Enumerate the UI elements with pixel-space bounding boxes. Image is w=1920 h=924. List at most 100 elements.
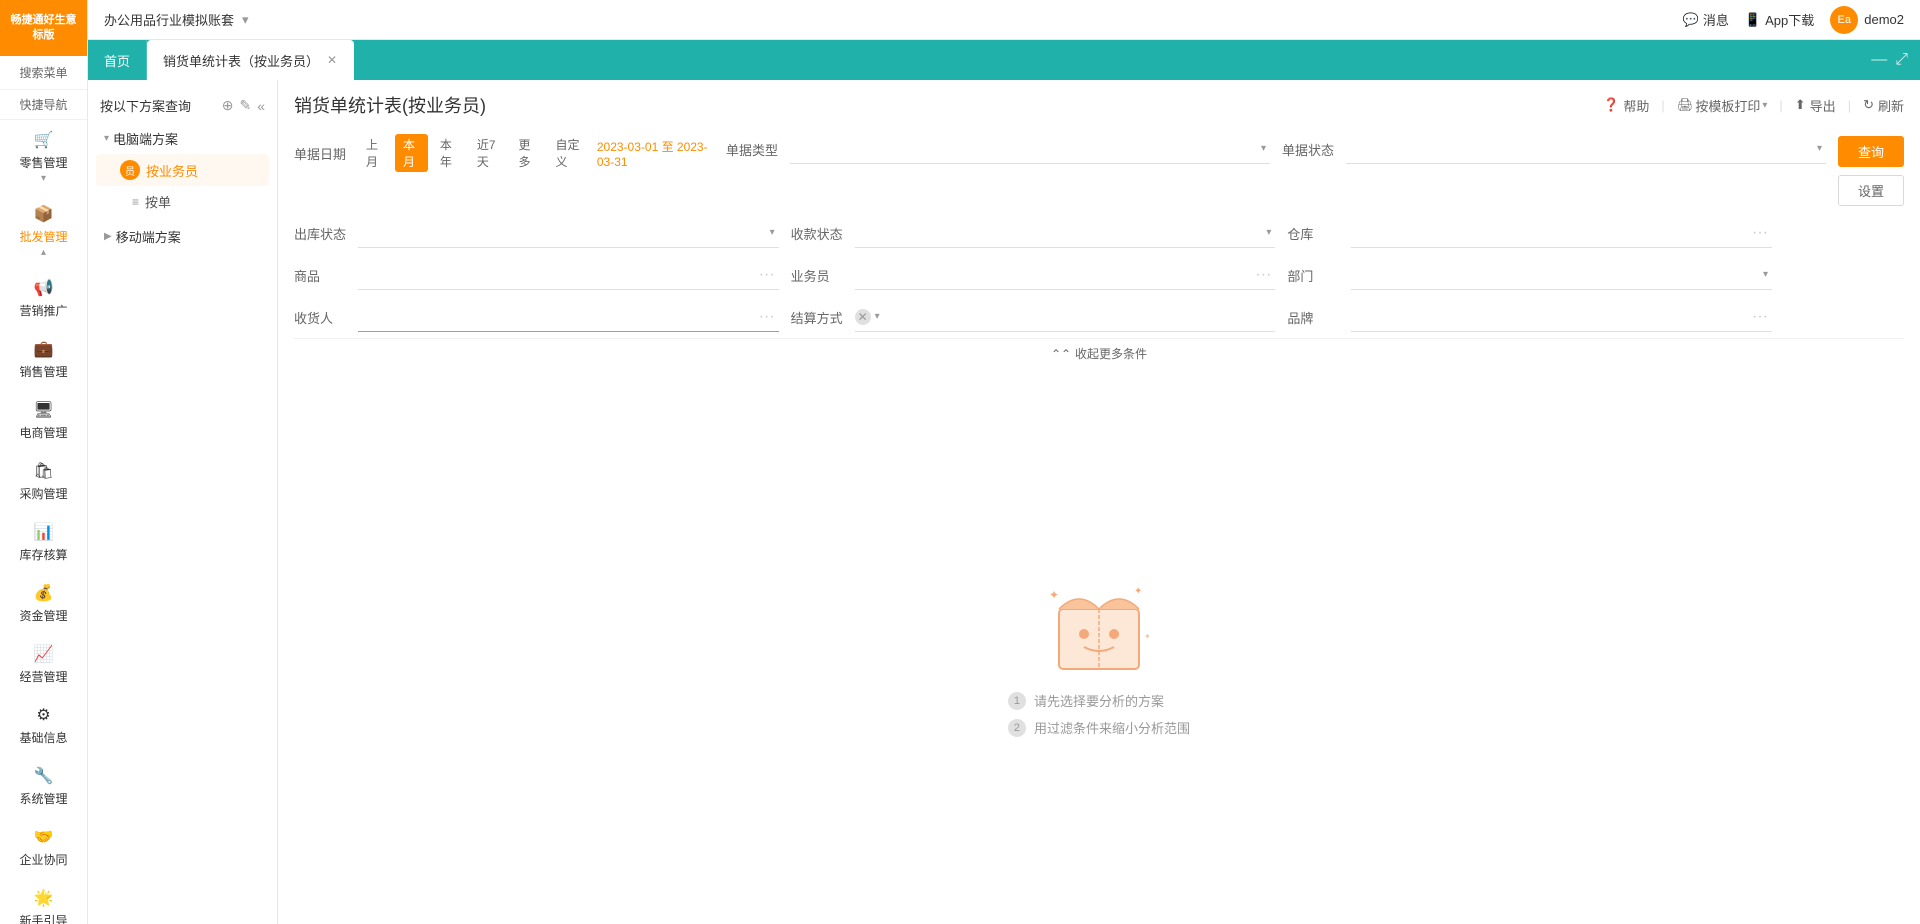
message-button[interactable]: 💬 消息	[1683, 10, 1729, 29]
top-header: 办公用品行业模拟账套 ▾ 💬 消息 📱 App下载 Ea demo2	[88, 0, 1920, 40]
sidebar-item-label: 基础信息	[19, 729, 67, 746]
sidebar-item-wholesale[interactable]: 📦 批发管理 ▴	[0, 194, 87, 268]
receipt-status-field[interactable]: ▾	[855, 218, 1276, 248]
sidebar-item-label: 销售管理	[19, 363, 67, 380]
inventory-icon: 📊	[34, 522, 54, 542]
salesperson-dots-icon[interactable]: ···	[1255, 266, 1271, 284]
sidebar-item-basic[interactable]: ⚙ 基础信息	[0, 695, 87, 756]
add-scheme-icon[interactable]: ⊕	[222, 97, 234, 114]
salesperson-label: 业务员	[791, 266, 847, 285]
sidebar-item-label: 零售管理	[19, 154, 67, 171]
sidebar-item-label: 新手引导	[19, 912, 67, 924]
date-tab-last-month[interactable]: 上月	[358, 134, 391, 172]
date-tab-7days[interactable]: 近7天	[469, 134, 507, 172]
tab-close-icon[interactable]: ✕	[327, 53, 337, 67]
date-filter: 上月 本月 本年 近7天 更多 自定义	[358, 134, 589, 172]
sidebar-item-marketing[interactable]: 📢 营销推广	[0, 268, 87, 329]
system-icon: 🔧	[34, 766, 54, 786]
payment-label: 结算方式	[791, 308, 847, 327]
salesperson-scheme-icon: 员	[120, 160, 140, 180]
tree-item-by-salesperson[interactable]: 员 按业务员	[96, 154, 269, 186]
minimize-icon[interactable]: —	[1871, 51, 1887, 69]
template-print-button[interactable]: 🖨 按模板打印 ▾	[1677, 96, 1768, 115]
desktop-group-label: 电脑端方案	[113, 129, 178, 148]
doc-type-label: 单据类型	[726, 140, 782, 159]
stock-status-label: 出库状态	[294, 224, 350, 243]
sidebar-item-operations[interactable]: 📈 经营管理	[0, 634, 87, 695]
tree-item-by-order[interactable]: ≡ 按单	[96, 186, 269, 217]
sidebar-item-label: 批发管理	[19, 228, 67, 245]
recipient-field[interactable]: ···	[358, 302, 779, 332]
sidebar-item-system[interactable]: 🔧 系统管理	[0, 756, 87, 817]
date-range-display: 2023-03-01 至 2023-03-31	[597, 138, 714, 169]
settings-button[interactable]: 设置	[1838, 175, 1904, 206]
tip-1-text: 请先选择要分析的方案	[1034, 691, 1164, 710]
payment-clear-icon[interactable]: ✕	[855, 309, 871, 325]
export-button[interactable]: ⬆ 导出	[1795, 96, 1836, 115]
finance-icon: 💰	[34, 583, 54, 603]
sidebar-quick-nav[interactable]: 快捷导航	[0, 90, 87, 120]
goods-field[interactable]: ···	[358, 260, 779, 290]
doc-type-field[interactable]: ▾	[790, 134, 1270, 164]
stock-status-field[interactable]: ▾	[358, 218, 779, 248]
stock-status-arrow-icon[interactable]: ▾	[770, 227, 775, 238]
salesperson-field[interactable]: ···	[855, 260, 1276, 290]
help-icon: ❓	[1603, 97, 1619, 113]
sidebar-item-inventory[interactable]: 📊 库存核算	[0, 512, 87, 573]
refresh-button[interactable]: ↻ 刷新	[1863, 96, 1904, 115]
sidebar-item-sales[interactable]: 💼 销售管理	[0, 329, 87, 390]
brand-field[interactable]: ···	[1351, 302, 1772, 332]
recipient-dots-icon[interactable]: ···	[759, 308, 775, 326]
chevron-up-icon: ▴	[41, 247, 46, 258]
sidebar-item-ecommerce[interactable]: 🖥 电商管理	[0, 390, 87, 451]
breadcrumb-dropdown-icon[interactable]: ▾	[242, 12, 249, 28]
sidebar-search-menu[interactable]: 搜索菜单	[0, 56, 87, 90]
desktop-group-title[interactable]: ▾ 电脑端方案	[96, 123, 269, 154]
page-actions: ❓ 帮助 | 🖨 按模板打印 ▾ | ⬆ 导出 |	[1603, 96, 1904, 115]
warehouse-field[interactable]: ···	[1351, 218, 1772, 248]
sidebar-item-finance[interactable]: 💰 资金管理	[0, 573, 87, 634]
template-print-label: 按模板打印	[1695, 96, 1760, 115]
sidebar-item-purchase[interactable]: 🛍 采购管理	[0, 451, 87, 512]
payment-arrow-icon[interactable]: ▾	[875, 311, 880, 322]
maximize-icon[interactable]: ⤢	[1895, 51, 1908, 69]
collapse-up-icon: ⌃⌃	[1051, 347, 1071, 361]
sidebar-item-enterprise[interactable]: 🤝 企业协同	[0, 817, 87, 878]
help-button[interactable]: ❓ 帮助	[1603, 96, 1649, 115]
goods-dots-icon[interactable]: ···	[759, 266, 775, 284]
mobile-group-title[interactable]: ▶ 移动端方案	[96, 221, 269, 252]
sidebar-item-retail[interactable]: 🛒 零售管理 ▾	[0, 120, 87, 194]
brand-dots-icon[interactable]: ···	[1752, 308, 1768, 326]
collapse-panel-icon[interactable]: «	[257, 98, 265, 114]
app-download-label: App下载	[1765, 10, 1814, 29]
filter-area: 单据日期 上月 本月 本年 近7天 更多 自定义 2023-03-01 至 20…	[278, 126, 1920, 372]
sidebar-item-newbie[interactable]: 🌟 新手引导	[0, 878, 87, 924]
empty-tip-1: 1 请先选择要分析的方案	[1008, 691, 1190, 710]
user-menu[interactable]: Ea demo2	[1830, 6, 1904, 34]
date-label: 单据日期	[294, 144, 350, 163]
query-button[interactable]: 查询	[1838, 136, 1904, 167]
sidebar-item-label: 电商管理	[19, 424, 67, 441]
department-field[interactable]: ▾	[1351, 260, 1772, 290]
warehouse-dots-icon[interactable]: ···	[1752, 224, 1768, 242]
date-tab-more[interactable]: 更多	[511, 134, 544, 172]
sidebar: 畅捷通好生意标版 搜索菜单 快捷导航 🛒 零售管理 ▾ 📦 批发管理 ▴ 📢 营…	[0, 0, 88, 924]
receipt-status-arrow-icon[interactable]: ▾	[1266, 227, 1271, 238]
collapse-button[interactable]: ⌃⌃ 收起更多条件	[1051, 345, 1147, 362]
date-tab-custom[interactable]: 自定义	[547, 134, 588, 172]
left-panel-title-text: 按以下方案查询	[100, 96, 191, 115]
tab-home[interactable]: 首页	[88, 40, 147, 80]
department-arrow-icon[interactable]: ▾	[1763, 269, 1768, 280]
doc-status-arrow-icon[interactable]: ▾	[1817, 143, 1822, 154]
doc-status-field[interactable]: ▾	[1346, 134, 1826, 164]
collapse-bar: ⌃⌃ 收起更多条件	[294, 338, 1904, 368]
doc-type-arrow-icon[interactable]: ▾	[1261, 143, 1266, 154]
date-tab-this-month[interactable]: 本月	[395, 134, 428, 172]
date-tab-this-year[interactable]: 本年	[432, 134, 465, 172]
doc-status-label: 单据状态	[1282, 140, 1338, 159]
payment-field[interactable]: ✕ ▾	[855, 302, 1276, 332]
goods-label: 商品	[294, 266, 350, 285]
app-download-button[interactable]: 📱 App下载	[1745, 10, 1814, 29]
edit-scheme-icon[interactable]: ✎	[239, 97, 251, 114]
tab-sales-report[interactable]: 销货单统计表（按业务员） ✕	[147, 40, 354, 80]
